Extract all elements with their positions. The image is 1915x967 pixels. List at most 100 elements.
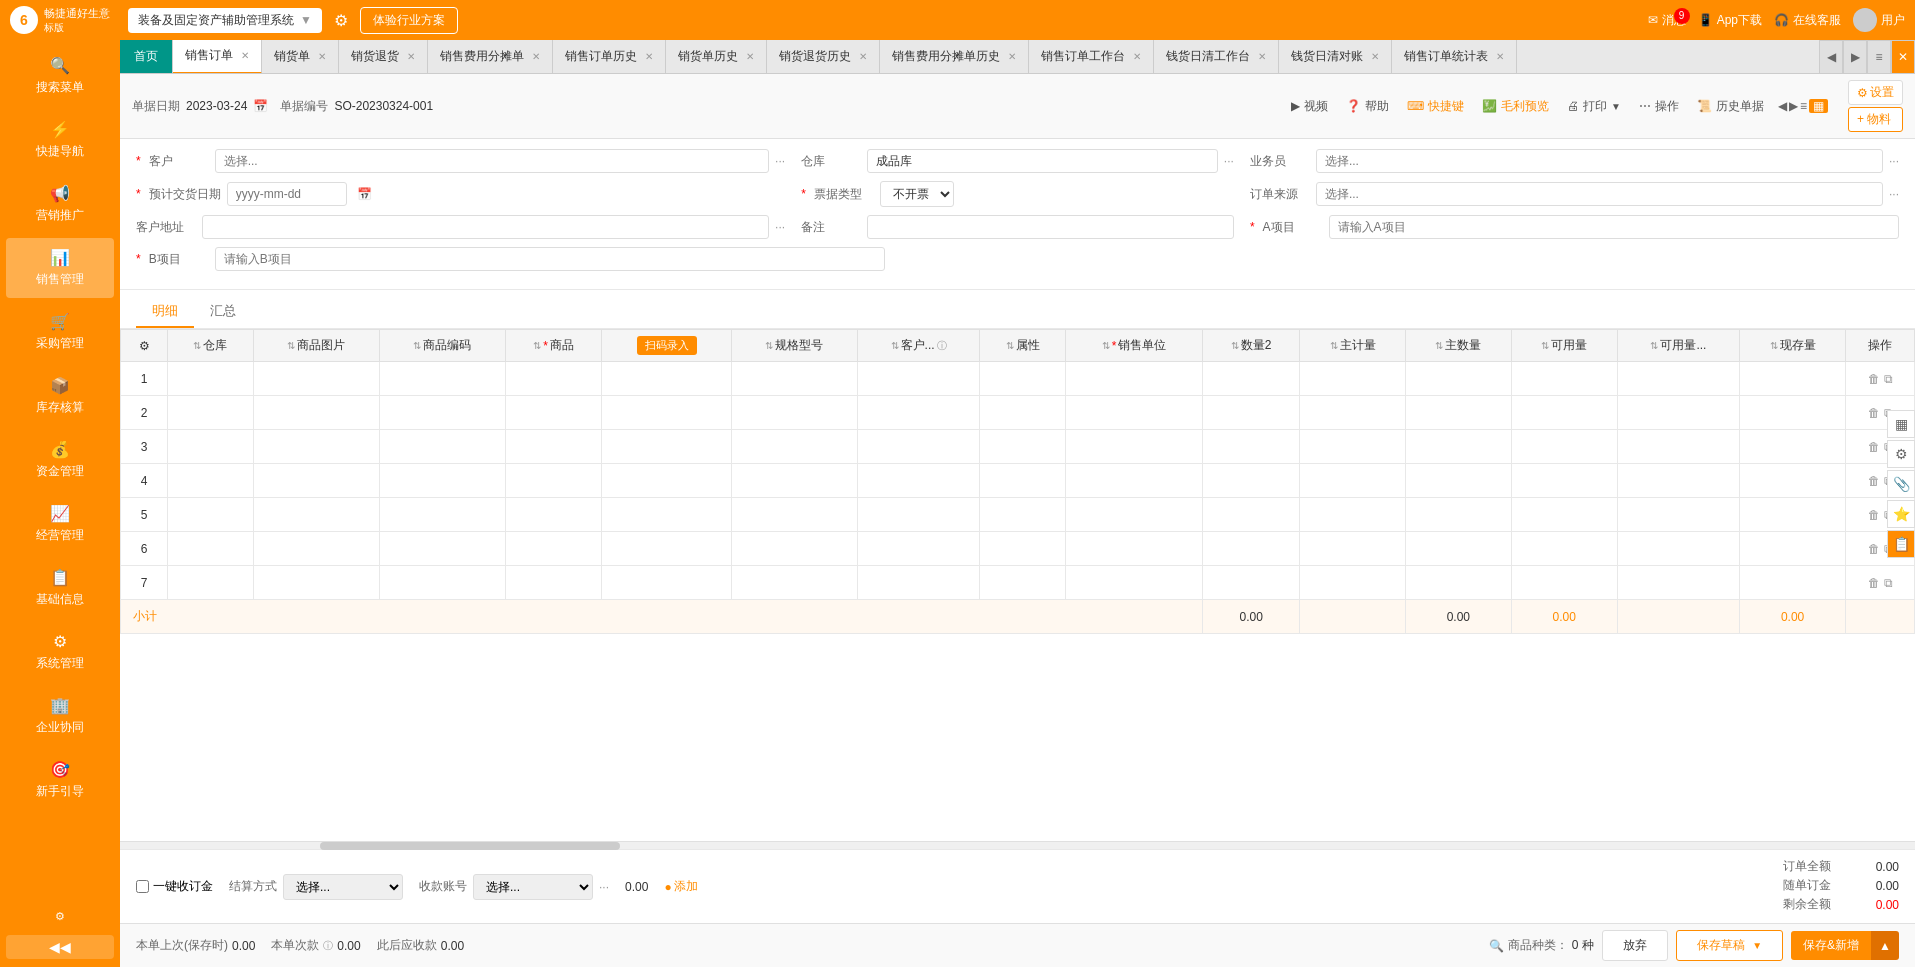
- customer-addr-input[interactable]: [202, 215, 769, 239]
- tab-home[interactable]: 首页: [120, 40, 173, 74]
- float-btn-3[interactable]: 📎: [1887, 470, 1915, 498]
- col-scan[interactable]: 扫码录入: [602, 330, 731, 362]
- tab-sales-invoice[interactable]: 销货单 ✕: [262, 40, 339, 74]
- nav-prev-icon[interactable]: ◀: [1778, 99, 1787, 113]
- sidebar-item-base[interactable]: 📋 基础信息: [6, 558, 114, 618]
- tab-close-icon[interactable]: ✕: [859, 51, 867, 62]
- customer-input[interactable]: [215, 149, 769, 173]
- more-icon[interactable]: ···: [775, 154, 785, 168]
- float-btn-5[interactable]: 📋: [1887, 530, 1915, 558]
- tab-close-icon[interactable]: ✕: [746, 51, 754, 62]
- row-qty2[interactable]: [1203, 362, 1300, 396]
- col-gear[interactable]: ⚙: [121, 330, 168, 362]
- one-click-checkbox[interactable]: [136, 880, 149, 893]
- industry-btn[interactable]: 体验行业方案: [360, 7, 458, 34]
- tab-close-icon[interactable]: ✕: [1258, 51, 1266, 62]
- tab-prev-btn[interactable]: ◀: [1819, 40, 1843, 74]
- tab-sales-order-hist[interactable]: 销售订单历史 ✕: [553, 40, 666, 74]
- tab-cash-reconcile[interactable]: 钱货日清对账 ✕: [1279, 40, 1392, 74]
- float-btn-1[interactable]: ▦: [1887, 410, 1915, 438]
- col-available[interactable]: ⇅可用量: [1511, 330, 1617, 362]
- delete-icon[interactable]: 🗑: [1868, 576, 1880, 590]
- horizontal-scrollbar[interactable]: [120, 841, 1915, 849]
- delete-icon[interactable]: 🗑: [1868, 406, 1880, 420]
- sidebar-item-marketing[interactable]: 📢 营销推广: [6, 174, 114, 234]
- tab-close-icon[interactable]: ✕: [407, 51, 415, 62]
- save-new-button[interactable]: 保存&新增: [1791, 931, 1871, 960]
- app-download-btn[interactable]: 📱 App下载: [1698, 12, 1762, 29]
- invoice-type-select[interactable]: 不开票: [880, 181, 954, 207]
- delete-icon[interactable]: 🗑: [1868, 474, 1880, 488]
- delivery-date-input[interactable]: [227, 182, 347, 206]
- col-main-qty[interactable]: ⇅主数量: [1405, 330, 1511, 362]
- tab-close-icon[interactable]: ✕: [241, 50, 249, 61]
- gear-button[interactable]: ⚙: [330, 7, 352, 34]
- row-cust-code[interactable]: [857, 362, 980, 396]
- sidebar-item-finance[interactable]: 💰 资金管理: [6, 430, 114, 490]
- row-spec[interactable]: [731, 362, 857, 396]
- tab-close-all-btn[interactable]: ✕: [1891, 40, 1915, 74]
- col-product[interactable]: ⇅*商品: [505, 330, 602, 362]
- grid-container[interactable]: ⚙ ⇅仓库 ⇅商品图片 ⇅商品编码 ⇅*商品 扫码录入 ⇅规格型号 ⇅客户...…: [120, 329, 1915, 841]
- tab-sales-expense[interactable]: 销售费用分摊单 ✕: [428, 40, 553, 74]
- col-main-unit[interactable]: ⇅主计量: [1300, 330, 1406, 362]
- order-source-input[interactable]: [1316, 182, 1883, 206]
- tab-close-icon[interactable]: ✕: [1008, 51, 1016, 62]
- row-attr[interactable]: [980, 362, 1066, 396]
- tab-close-icon[interactable]: ✕: [1371, 51, 1379, 62]
- tab-next-btn[interactable]: ▶: [1843, 40, 1867, 74]
- b-project-input[interactable]: [215, 247, 885, 271]
- col-attr[interactable]: ⇅属性: [980, 330, 1066, 362]
- sidebar-item-purchase[interactable]: 🛒 采购管理: [6, 302, 114, 362]
- sidebar-item-guide[interactable]: 🎯 新手引导: [6, 750, 114, 810]
- tab-order-workbench[interactable]: 销售订单工作台 ✕: [1029, 40, 1154, 74]
- col-product-img[interactable]: ⇅商品图片: [253, 330, 379, 362]
- tab-close-icon[interactable]: ✕: [318, 51, 326, 62]
- tab-sales-return[interactable]: 销货退货 ✕: [339, 40, 428, 74]
- sidebar-item-search[interactable]: 🔍 搜索菜单: [6, 46, 114, 106]
- row-product[interactable]: [505, 362, 602, 396]
- addr-more-icon[interactable]: ···: [775, 220, 785, 234]
- help-btn[interactable]: ❓ 帮助: [1342, 96, 1393, 117]
- sidebar-gear-btn[interactable]: ⚙: [6, 902, 114, 931]
- tab-sales-order[interactable]: 销售订单 ✕: [173, 40, 262, 74]
- view-btn[interactable]: ▶ 视频: [1287, 96, 1332, 117]
- sidebar-collapse-btn[interactable]: ◀◀: [6, 935, 114, 959]
- col-unit[interactable]: ⇅*销售单位: [1066, 330, 1203, 362]
- tab-close-icon[interactable]: ✕: [1133, 51, 1141, 62]
- add-btn[interactable]: ● 添加: [664, 878, 697, 895]
- system-selector[interactable]: 装备及固定资产辅助管理系统 ▼: [128, 8, 322, 33]
- sidebar-item-sales[interactable]: 📊 销售管理: [6, 238, 114, 298]
- more-icon-2[interactable]: ···: [599, 880, 609, 894]
- calendar-icon-2[interactable]: 📅: [357, 187, 372, 201]
- delete-icon[interactable]: 🗑: [1868, 508, 1880, 522]
- tab-expense-hist[interactable]: 销售费用分摊单历史 ✕: [880, 40, 1029, 74]
- profit-btn[interactable]: 💹 毛利预览: [1478, 96, 1553, 117]
- tab-order-stats[interactable]: 销售订单统计表 ✕: [1392, 40, 1517, 74]
- float-btn-2[interactable]: ⚙: [1887, 440, 1915, 468]
- calendar-icon[interactable]: 📅: [253, 99, 268, 113]
- tab-cash-workbench[interactable]: 钱货日清工作台 ✕: [1154, 40, 1279, 74]
- list-view-icon[interactable]: ≡: [1800, 99, 1807, 113]
- row-code[interactable]: [379, 362, 505, 396]
- shortcut-btn[interactable]: ⌨ 快捷键: [1403, 96, 1468, 117]
- col-warehouse[interactable]: ⇅仓库: [168, 330, 254, 362]
- online-support-btn[interactable]: 🎧 在线客服: [1774, 12, 1841, 29]
- tab-invoice-hist[interactable]: 销货单历史 ✕: [666, 40, 767, 74]
- col-current-qty[interactable]: ⇅现存量: [1740, 330, 1846, 362]
- add-material-button[interactable]: + 物料: [1848, 107, 1903, 132]
- scan-btn[interactable]: 扫码录入: [637, 336, 697, 355]
- col-customer-code[interactable]: ⇅客户...ⓘ: [857, 330, 980, 362]
- copy-icon[interactable]: ⧉: [1884, 372, 1893, 386]
- col-qty2[interactable]: ⇅数量2: [1203, 330, 1300, 362]
- warehouse-more-icon[interactable]: ···: [1224, 154, 1234, 168]
- user-menu[interactable]: 用户: [1853, 8, 1905, 32]
- tab-detail[interactable]: 明细: [136, 296, 194, 328]
- delete-icon[interactable]: 🗑: [1868, 542, 1880, 556]
- sidebar-item-enterprise[interactable]: 🏢 企业协同: [6, 686, 114, 746]
- tab-return-hist[interactable]: 销货退货历史 ✕: [767, 40, 880, 74]
- warehouse-input[interactable]: [867, 149, 1218, 173]
- delete-icon[interactable]: 🗑: [1868, 440, 1880, 454]
- col-available2[interactable]: ⇅可用量...: [1617, 330, 1740, 362]
- row-main-qty[interactable]: [1405, 362, 1511, 396]
